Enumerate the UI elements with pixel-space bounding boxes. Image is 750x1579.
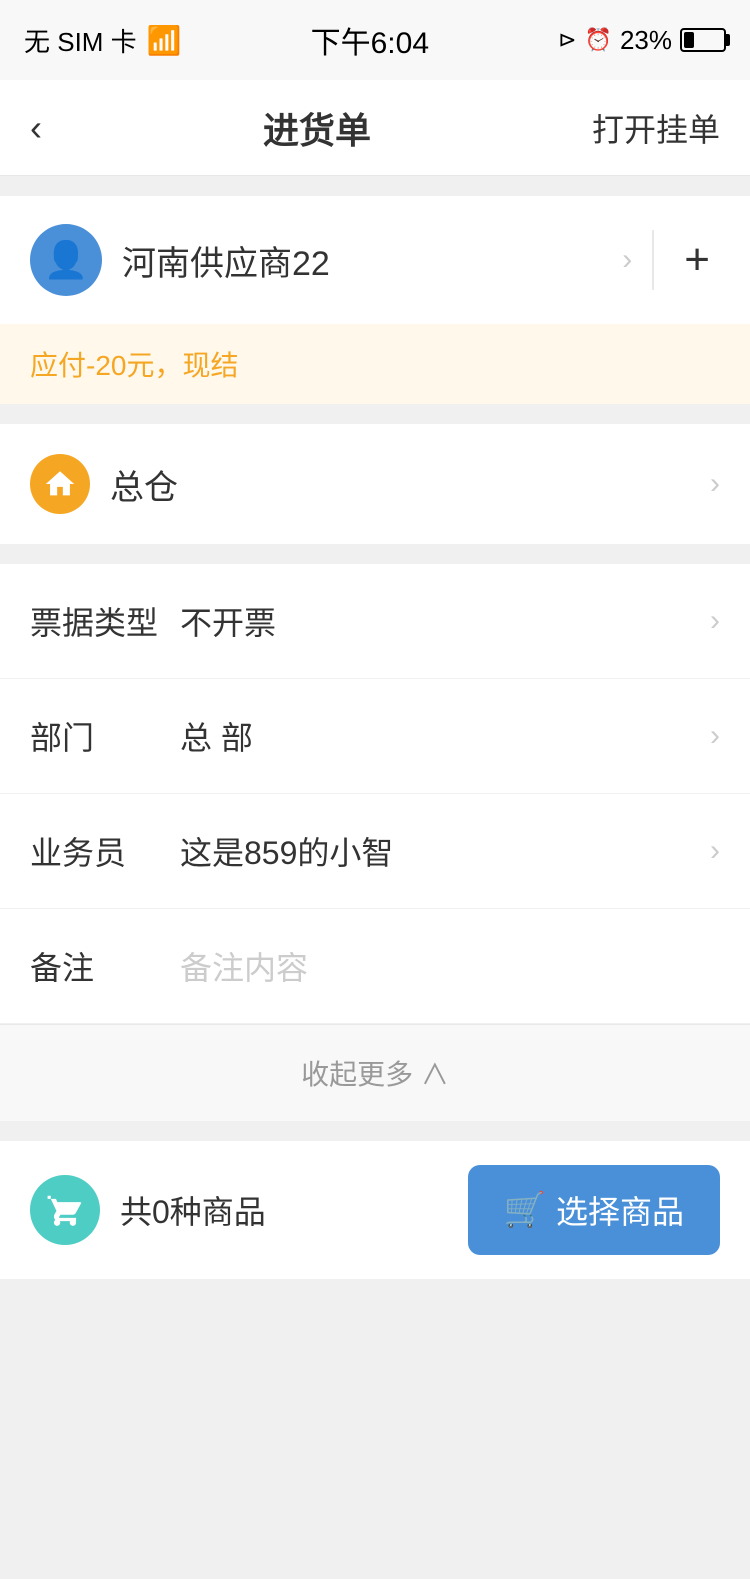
section-gap-1	[0, 176, 750, 196]
back-button[interactable]: ‹	[30, 107, 42, 149]
page-rest	[0, 1279, 750, 1579]
invoice-chevron-icon: ›	[710, 604, 720, 638]
select-product-button[interactable]: 🛒 选择商品	[468, 1165, 720, 1255]
form-section: 票据类型 不开票 › 部门 总 部 › 业务员 这是859的小智 › 备注 备注…	[0, 564, 750, 1121]
supplier-name: 河南供应商22	[122, 236, 622, 285]
open-pending-button[interactable]: 打开挂单	[592, 105, 720, 151]
product-count: 共0种商品	[120, 1187, 468, 1233]
warehouse-icon	[30, 454, 90, 514]
chevron-right-icon: ›	[622, 243, 632, 277]
carrier-text: 无 SIM 卡	[24, 22, 137, 59]
select-icon: 🛒	[504, 1190, 546, 1230]
notice-row: 应付-20元，现结	[0, 324, 750, 404]
collapse-button[interactable]: 收起更多 ∧	[0, 1024, 750, 1121]
supplier-divider	[652, 230, 654, 290]
warehouse-chevron-icon: ›	[710, 467, 720, 501]
invoice-label: 票据类型	[30, 598, 160, 644]
select-label: 选择商品	[556, 1187, 684, 1233]
department-label: 部门	[30, 713, 160, 759]
notice-text: 应付-20元，现结	[30, 350, 238, 381]
bottom-section: 共0种商品 🛒 选择商品	[0, 1141, 750, 1279]
salesperson-chevron-icon: ›	[710, 834, 720, 868]
avatar-icon: 👤	[44, 239, 89, 281]
salesperson-value: 这是859的小智	[180, 828, 710, 874]
invoice-value: 不开票	[180, 598, 710, 644]
remark-input[interactable]: 备注内容	[180, 943, 720, 989]
nav-bar: ‹ 进货单 打开挂单	[0, 80, 750, 176]
department-row[interactable]: 部门 总 部 ›	[0, 679, 750, 794]
warehouse-name: 总仓	[110, 460, 710, 509]
product-icon	[30, 1175, 100, 1245]
status-right: ⊳ ⏰ 23%	[558, 25, 726, 56]
alarm-icon: ⏰	[585, 27, 612, 53]
house-icon	[43, 467, 77, 501]
warehouse-section: 总仓 ›	[0, 424, 750, 544]
location-icon: ⊳	[558, 27, 576, 53]
remark-label: 备注	[30, 943, 160, 989]
status-bar: 无 SIM 卡 📶 下午6:04 ⊳ ⏰ 23%	[0, 0, 750, 80]
salesperson-label: 业务员	[30, 828, 160, 874]
supplier-row[interactable]: 👤 河南供应商22 › +	[0, 196, 750, 324]
wifi-icon: 📶	[147, 24, 182, 57]
supplier-avatar: 👤	[30, 224, 102, 296]
section-gap-2	[0, 404, 750, 424]
status-time: 下午6:04	[311, 18, 429, 62]
department-value: 总 部	[180, 713, 710, 759]
add-supplier-button[interactable]: +	[674, 235, 720, 285]
department-chevron-icon: ›	[710, 719, 720, 753]
page-title: 进货单	[263, 102, 371, 154]
battery-percent: 23%	[620, 25, 672, 56]
supplier-section: 👤 河南供应商22 › + 应付-20元，现结	[0, 196, 750, 404]
collapse-label: 收起更多 ∧	[301, 1059, 449, 1090]
salesperson-row[interactable]: 业务员 这是859的小智 ›	[0, 794, 750, 909]
invoice-type-row[interactable]: 票据类型 不开票 ›	[0, 564, 750, 679]
warehouse-row[interactable]: 总仓 ›	[0, 424, 750, 544]
battery-icon	[680, 28, 726, 52]
status-left: 无 SIM 卡 📶	[24, 22, 182, 59]
cart-icon	[46, 1191, 84, 1229]
remark-row[interactable]: 备注 备注内容	[0, 909, 750, 1024]
